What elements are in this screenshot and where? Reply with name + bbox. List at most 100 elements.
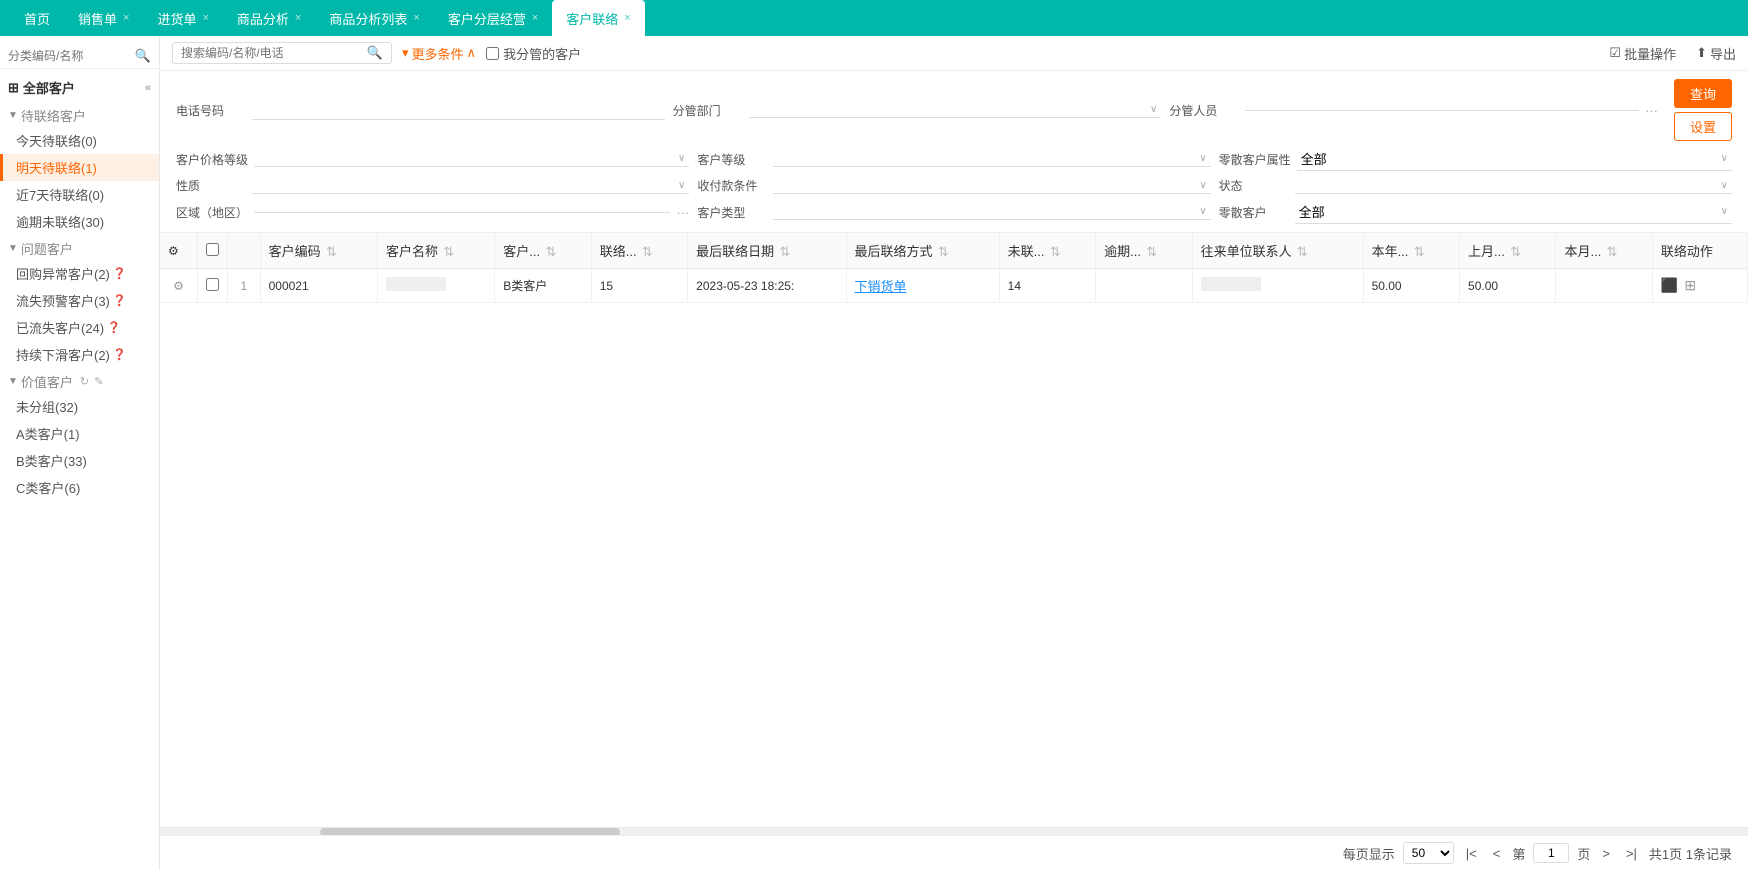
- unit-contact-col-header[interactable]: 往来单位联系人 ⇅: [1192, 233, 1363, 269]
- status-select[interactable]: ∨: [1295, 178, 1732, 194]
- next-page-btn[interactable]: >: [1598, 844, 1614, 863]
- action-icon-2[interactable]: ⊞: [1684, 277, 1696, 294]
- last-contact-date-cell: 2023-05-23 18:25:: [688, 269, 846, 303]
- phone-input[interactable]: [252, 101, 665, 120]
- my-customers-check[interactable]: [486, 47, 499, 60]
- payment-select[interactable]: ∨: [773, 178, 1210, 194]
- retail-customer-select[interactable]: 全部 ∨: [1295, 200, 1732, 224]
- close-icon[interactable]: ×: [202, 12, 208, 24]
- filter-row-3: 性质 ∨ 收付款条件 ∨ 状态 ∨: [176, 177, 1732, 194]
- export-btn[interactable]: ⬆ 导出: [1696, 44, 1736, 63]
- refresh-icon[interactable]: ↻: [80, 375, 89, 388]
- arrow-icon: ▼: [8, 110, 18, 121]
- sort-icon: ⇅: [1510, 244, 1521, 259]
- sidebar-item-declining[interactable]: 持续下滑客户(2) ❓: [0, 341, 159, 368]
- row-checkbox[interactable]: [206, 278, 219, 291]
- name-col-header[interactable]: 客户名称 ⇅: [377, 233, 494, 269]
- last-page-btn[interactable]: >|: [1622, 844, 1641, 863]
- close-icon[interactable]: ×: [123, 12, 129, 24]
- sidebar-item-churned[interactable]: 已流失客户(24) ❓: [0, 314, 159, 341]
- settings-cell[interactable]: ⚙: [160, 269, 198, 303]
- contacts-col-header[interactable]: 联络... ⇅: [591, 233, 687, 269]
- last-month-col-header[interactable]: 上月... ⇅: [1460, 233, 1556, 269]
- customer-level-select[interactable]: ∨: [773, 151, 1210, 167]
- sidebar-item-overdue-pending[interactable]: 逾期未联络(30): [0, 208, 159, 235]
- unit-contact-cell: [1192, 269, 1363, 303]
- set-button[interactable]: 设置: [1674, 112, 1732, 141]
- close-icon[interactable]: ×: [624, 12, 630, 24]
- last-contact-method-cell[interactable]: 下销货单: [846, 269, 999, 303]
- this-year-col-header[interactable]: 本年... ⇅: [1363, 233, 1459, 269]
- search-icon[interactable]: 🔍: [367, 45, 383, 61]
- scroll-track[interactable]: [160, 827, 1748, 835]
- problem-group-label: ▼ 问题客户: [0, 235, 159, 260]
- close-icon[interactable]: ×: [413, 12, 419, 24]
- uncontacted-col-header[interactable]: 未联... ⇅: [999, 233, 1095, 269]
- sidebar-item-repurchase-abnormal[interactable]: 回购异常客户(2) ❓: [0, 260, 159, 287]
- code-col-header[interactable]: 客户编码 ⇅: [260, 233, 377, 269]
- edit-icon[interactable]: ✎: [94, 375, 103, 388]
- sidebar-item-b-class[interactable]: B类客户(33): [0, 447, 159, 474]
- checkbox-col-header[interactable]: [198, 233, 228, 269]
- sidebar-item-today-pending[interactable]: 今天待联络(0): [0, 127, 159, 154]
- more-icon[interactable]: ···: [676, 205, 689, 220]
- dept-select[interactable]: ∨: [749, 102, 1162, 118]
- overdue-col-header[interactable]: 逾期... ⇅: [1096, 233, 1192, 269]
- all-customers-header[interactable]: ⊞ 全部客户 «: [0, 73, 159, 102]
- sidebar-item-7day-pending[interactable]: 近7天待联络(0): [0, 181, 159, 208]
- page-suffix: 页: [1577, 844, 1590, 863]
- more-conditions-btn[interactable]: ▾ 更多条件 ∧: [402, 44, 476, 63]
- gender-select[interactable]: ∨: [252, 178, 689, 194]
- nav-product-analysis-list[interactable]: 商品分析列表 ×: [315, 0, 433, 36]
- chevron-down-icon: ∨: [1721, 180, 1728, 191]
- nav-sales[interactable]: 销售单 ×: [64, 0, 143, 36]
- page-input[interactable]: [1533, 843, 1569, 863]
- more-icon[interactable]: ···: [1645, 103, 1658, 118]
- sidebar-item-a-class[interactable]: A类客户(1): [0, 420, 159, 447]
- category-col-header[interactable]: 客户... ⇅: [495, 233, 591, 269]
- nav-customer-tier[interactable]: 客户分层经营 ×: [434, 0, 552, 36]
- last-contact-method-col-header[interactable]: 最后联络方式 ⇅: [846, 233, 999, 269]
- nav-home[interactable]: 首页: [10, 0, 64, 36]
- checkbox-icon: ☑: [1609, 45, 1621, 61]
- query-button[interactable]: 查询: [1674, 79, 1732, 108]
- sidebar-search-icon[interactable]: 🔍: [135, 48, 151, 64]
- my-customers-checkbox[interactable]: 我分管的客户: [486, 44, 581, 63]
- sidebar-search-input[interactable]: [8, 49, 135, 63]
- retail-attr-select[interactable]: 全部 ∨: [1297, 147, 1732, 171]
- help-icon[interactable]: ❓: [113, 348, 127, 361]
- nav-product-analysis[interactable]: 商品分析 ×: [223, 0, 315, 36]
- collapse-icon[interactable]: «: [145, 82, 151, 94]
- settings-col-header[interactable]: ⚙: [160, 233, 198, 269]
- close-icon[interactable]: ×: [532, 12, 538, 24]
- chevron-down-icon: ∨: [1150, 104, 1157, 115]
- page-size-select[interactable]: 50 100 200: [1403, 842, 1454, 864]
- action-icon-1[interactable]: ⬛: [1661, 277, 1678, 294]
- first-page-btn[interactable]: |<: [1462, 844, 1481, 863]
- help-icon[interactable]: ❓: [113, 267, 127, 280]
- sort-icon: ⇅: [938, 244, 949, 259]
- sidebar-item-churn-warning[interactable]: 流失预警客户(3) ❓: [0, 287, 159, 314]
- this-month-col-header[interactable]: 本月... ⇅: [1556, 233, 1652, 269]
- filter-status: 状态 ∨: [1219, 177, 1732, 194]
- help-icon[interactable]: ❓: [113, 294, 127, 307]
- checkbox-cell[interactable]: [198, 269, 228, 303]
- chevron-up-icon: ∧: [467, 45, 477, 61]
- chevron-down-icon: ∨: [1199, 153, 1206, 164]
- batch-op-btn[interactable]: ☑ 批量操作: [1609, 44, 1676, 63]
- help-icon[interactable]: ❓: [107, 321, 121, 334]
- sidebar-item-c-class[interactable]: C类客户(6): [0, 474, 159, 501]
- nav-purchase[interactable]: 进货单 ×: [143, 0, 222, 36]
- price-level-select[interactable]: ∨: [254, 151, 689, 167]
- sidebar-item-tomorrow-pending[interactable]: 明天待联络(1): [0, 154, 159, 181]
- sidebar: 🔍 ⊞ 全部客户 « ▼ 待联络客户 今天待联络(0) 明天待联络(1) 近7天…: [0, 36, 160, 870]
- search-input[interactable]: [181, 46, 367, 60]
- sort-icon: ⇅: [326, 244, 337, 259]
- select-all-checkbox[interactable]: [206, 243, 219, 256]
- close-icon[interactable]: ×: [295, 12, 301, 24]
- nav-customer-contact[interactable]: 客户联络 ×: [552, 0, 644, 36]
- customer-type-select[interactable]: ∨: [773, 204, 1210, 220]
- last-contact-date-col-header[interactable]: 最后联络日期 ⇅: [688, 233, 846, 269]
- prev-page-btn[interactable]: <: [1489, 844, 1505, 863]
- sidebar-item-ungrouped[interactable]: 未分组(32): [0, 393, 159, 420]
